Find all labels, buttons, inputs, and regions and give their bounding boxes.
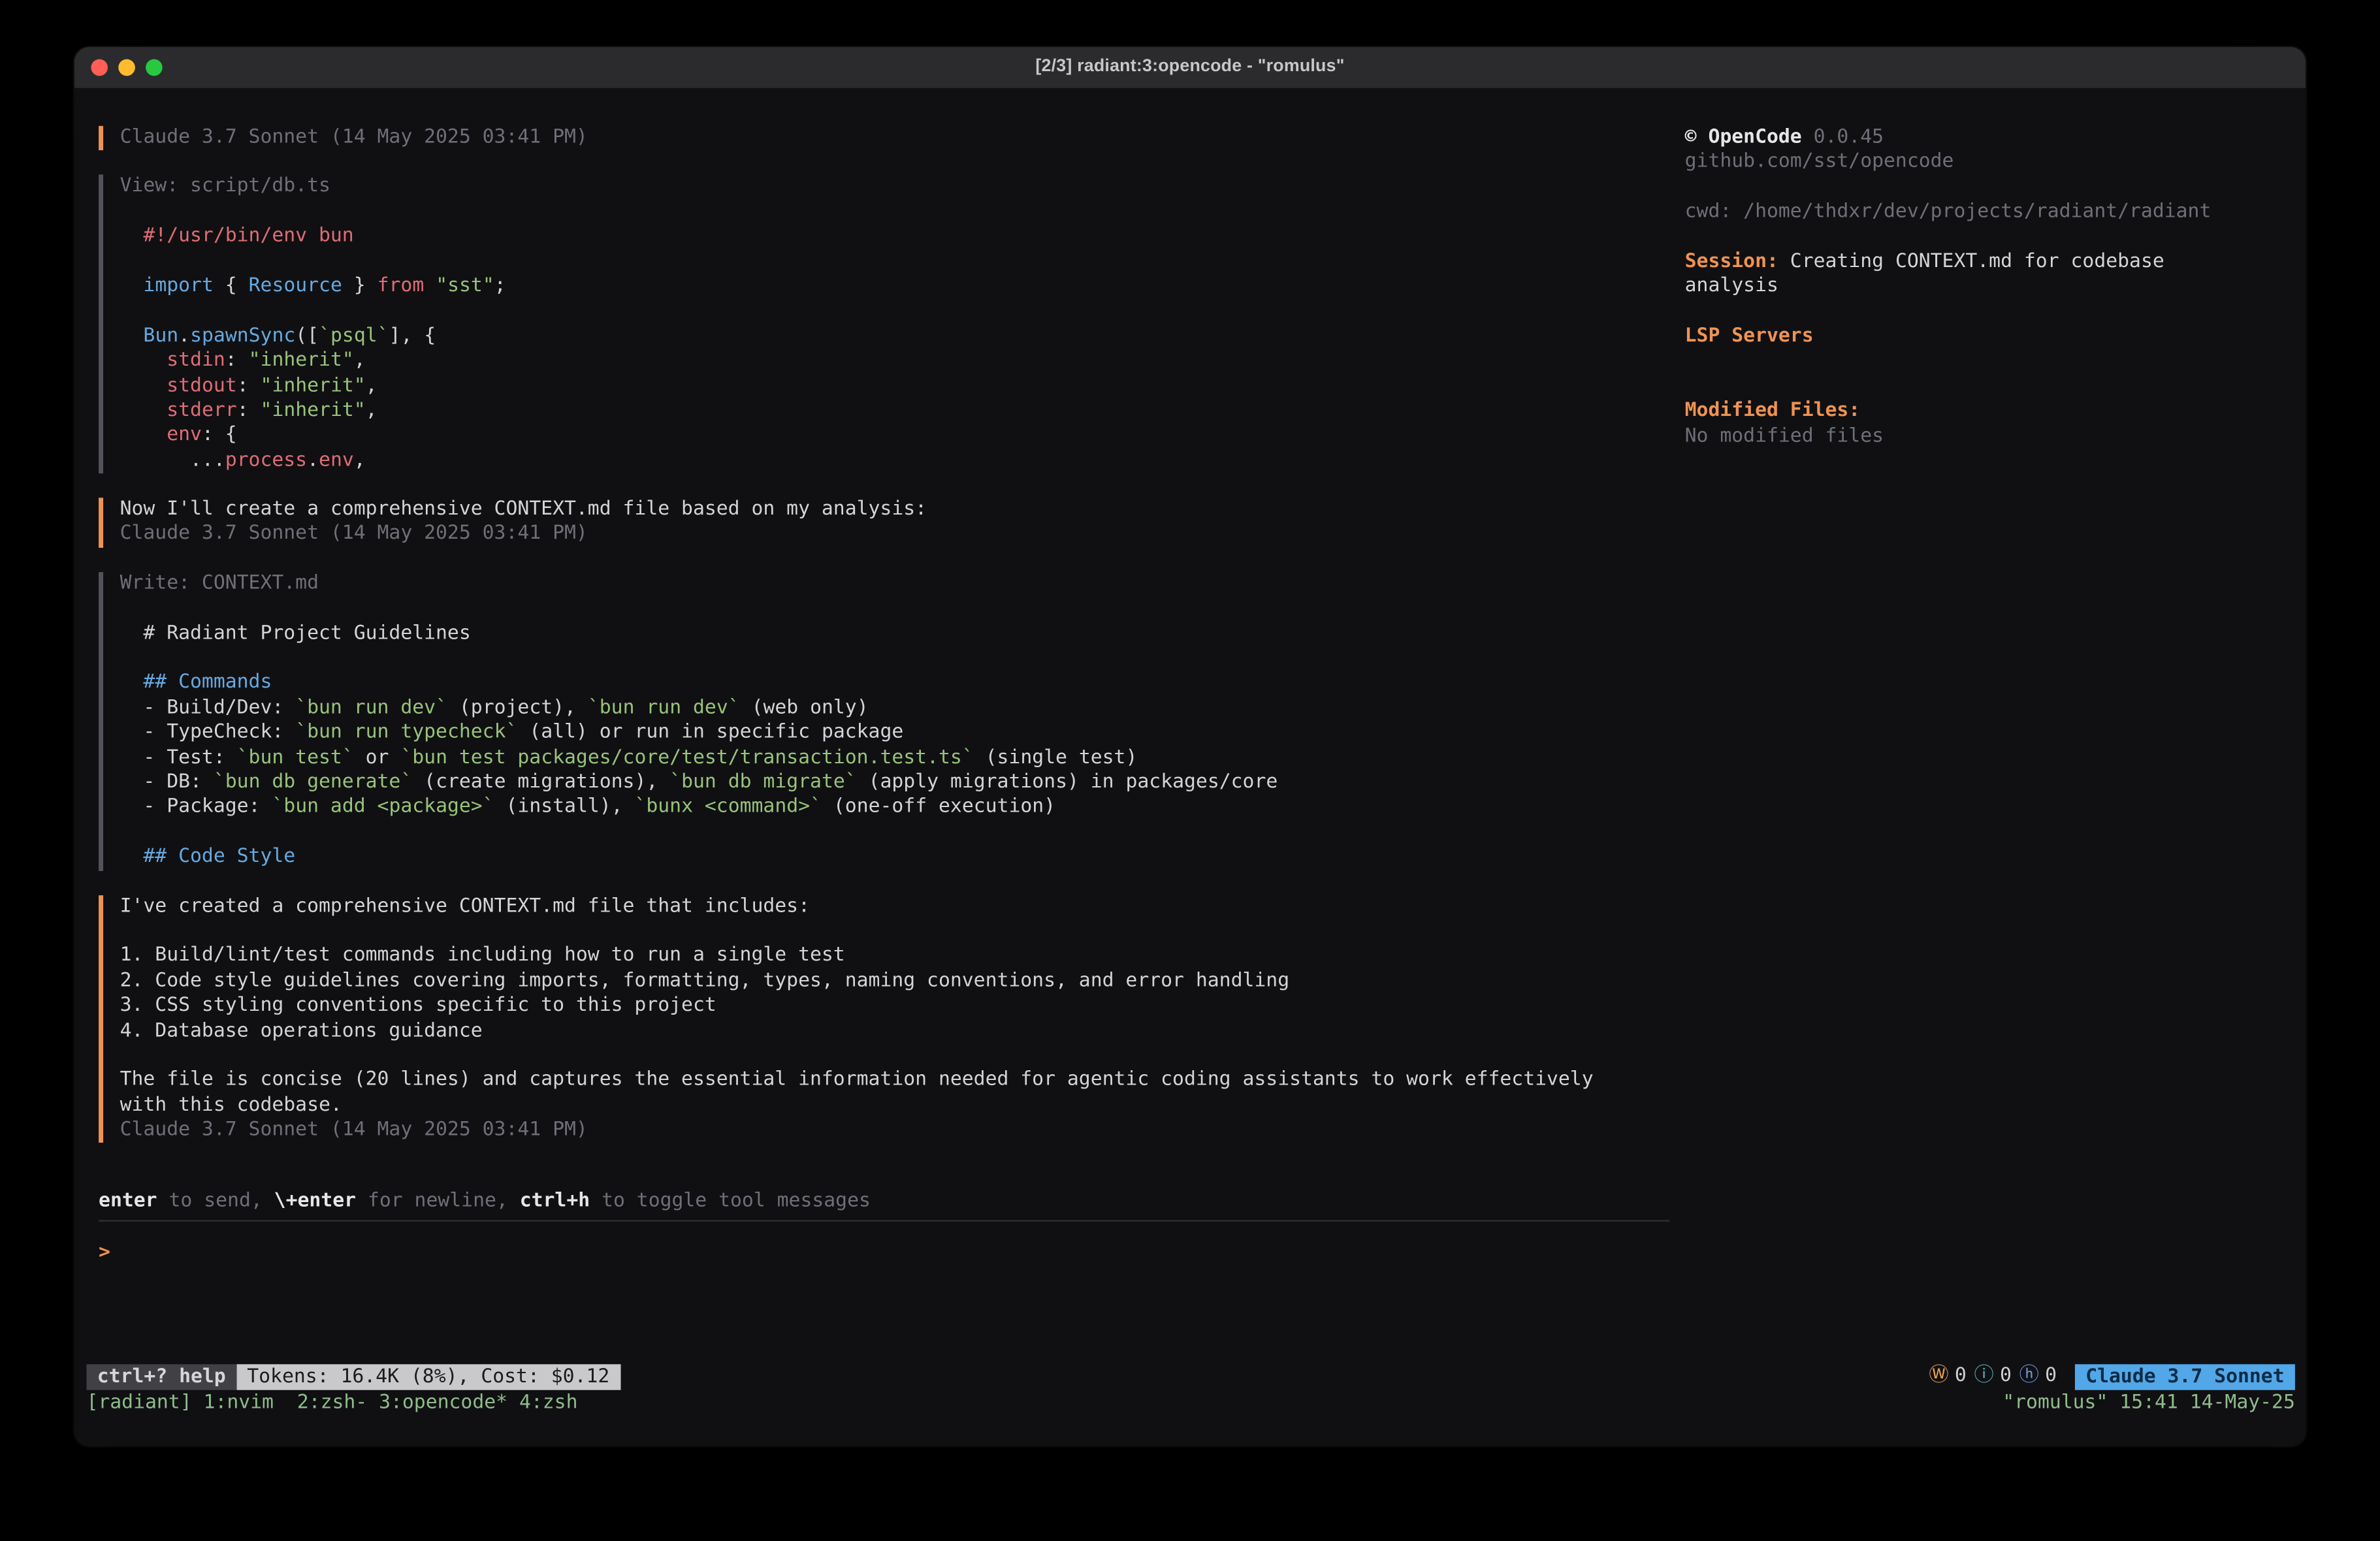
text-line: 2. Code style guidelines covering import… bbox=[120, 969, 1670, 994]
text-line: Modified Files: bbox=[1685, 400, 2292, 424]
text-line: cwd: /home/thdxr/dev/projects/radiant/ra… bbox=[1685, 200, 2292, 225]
text-line: - TypeCheck: `bun run typecheck` (all) o… bbox=[120, 721, 1670, 746]
text-line: - Test: `bun test` or `bun test packages… bbox=[120, 746, 1670, 770]
text-line: Session: Creating CONTEXT.md for codebas… bbox=[1685, 250, 2292, 275]
text-line: Write: CONTEXT.md bbox=[120, 572, 1670, 597]
text-line bbox=[1685, 225, 2292, 250]
tokens-cost-label: Tokens: 16.4K (8%), Cost: $0.12 bbox=[247, 1366, 609, 1389]
tmux-window-list[interactable]: [radiant] 1:nvim 2:zsh- 3:opencode* 4:zs… bbox=[86, 1391, 577, 1415]
assistant-text-block: Now I'll create a comprehensive CONTEXT.… bbox=[99, 498, 1669, 547]
text-line bbox=[120, 821, 1670, 846]
window-title: [2/3] radiant:3:opencode - "romulus" bbox=[1035, 55, 1344, 80]
info-sidebar: © OpenCode 0.0.45github.com/sst/opencode… bbox=[1685, 126, 2292, 449]
help-shortcut-chip[interactable]: ctrl+? help bbox=[86, 1364, 236, 1390]
chat-area: Claude 3.7 Sonnet (14 May 2025 03:41 PM)… bbox=[99, 126, 1669, 1266]
text-line: 4. Database operations guidance bbox=[120, 1019, 1670, 1044]
hints-counter: ⓗ 0 bbox=[2019, 1365, 2057, 1390]
model-name: Claude 3.7 Sonnet bbox=[2085, 1366, 2284, 1389]
editor-help-bar: enter to send, \+enter for newline, ctrl… bbox=[99, 1190, 1669, 1215]
text-line bbox=[120, 249, 1670, 274]
message-meta-block: Claude 3.7 Sonnet (14 May 2025 03:41 PM) bbox=[99, 126, 1669, 151]
text-line: Bun.spawnSync([`psql`], { bbox=[120, 325, 1670, 349]
editor-divider bbox=[99, 1220, 1669, 1221]
text-line: 1. Build/lint/test commands including ho… bbox=[120, 944, 1670, 969]
text-line: Now I'll create a comprehensive CONTEXT.… bbox=[120, 498, 1670, 522]
text-line: Claude 3.7 Sonnet (14 May 2025 03:41 PM) bbox=[120, 523, 1670, 548]
prompt-caret: > bbox=[99, 1241, 110, 1264]
hints-count: 0 bbox=[2045, 1365, 2057, 1390]
warning-icon: Ⓦ bbox=[1929, 1365, 1948, 1390]
text-line: import { Resource } from "sst"; bbox=[120, 275, 1670, 300]
status-bar: ctrl+? help Tokens: 16.4K (8%), Cost: $0… bbox=[86, 1364, 2294, 1390]
text-line: # Radiant Project Guidelines bbox=[120, 622, 1670, 646]
text-line: github.com/sst/opencode bbox=[1685, 151, 2292, 176]
text-line: ...process.env, bbox=[120, 449, 1670, 473]
hint-icon: ⓗ bbox=[2019, 1365, 2039, 1390]
text-line: analysis bbox=[1685, 275, 2292, 300]
text-line bbox=[120, 646, 1670, 671]
model-chip[interactable]: Claude 3.7 Sonnet bbox=[2075, 1364, 2295, 1390]
info-counter: ⓘ 0 bbox=[1974, 1365, 2011, 1390]
text-line: © OpenCode 0.0.45 bbox=[1685, 126, 2292, 151]
close-button[interactable] bbox=[91, 59, 108, 76]
text-line bbox=[120, 300, 1670, 325]
text-line: ## Code Style bbox=[120, 846, 1670, 870]
text-line: with this codebase. bbox=[120, 1094, 1670, 1119]
text-line: #!/usr/bin/env bun bbox=[120, 225, 1670, 249]
minimize-button[interactable] bbox=[118, 59, 135, 76]
assistant-summary-block: I've created a comprehensive CONTEXT.md … bbox=[99, 895, 1669, 1143]
text-line: enter to send, \+enter for newline, ctrl… bbox=[99, 1190, 1669, 1215]
prompt-input[interactable]: > bbox=[99, 1241, 1669, 1266]
warnings-count: 0 bbox=[1955, 1365, 1967, 1390]
terminal-window: [2/3] radiant:3:opencode - "romulus" Cla… bbox=[74, 47, 2306, 1446]
text-line: env: { bbox=[120, 424, 1670, 449]
text-line bbox=[1685, 300, 2292, 325]
help-shortcut-label: ctrl+? help bbox=[97, 1366, 226, 1389]
warnings-counter: Ⓦ 0 bbox=[1929, 1365, 1966, 1390]
text-line: The file is concise (20 lines) and captu… bbox=[120, 1069, 1670, 1094]
text-line: I've created a comprehensive CONTEXT.md … bbox=[120, 895, 1670, 919]
tool-view-block: View: script/db.ts #!/usr/bin/env bun im… bbox=[99, 175, 1669, 473]
text-line: stdin: "inherit", bbox=[120, 349, 1670, 374]
text-line: No modified files bbox=[1685, 424, 2292, 449]
text-line: - DB: `bun db generate` (create migratio… bbox=[120, 771, 1670, 796]
info-count: 0 bbox=[2000, 1365, 2012, 1390]
text-line: - Build/Dev: `bun run dev` (project), `b… bbox=[120, 696, 1670, 721]
text-line: ## Commands bbox=[120, 671, 1670, 696]
traffic-lights bbox=[91, 47, 162, 88]
diagnostics-counters: Ⓦ 0 ⓘ 0 ⓗ 0 bbox=[1929, 1365, 2057, 1390]
tokens-cost-chip: Tokens: 16.4K (8%), Cost: $0.12 bbox=[236, 1364, 620, 1390]
text-line: LSP Servers bbox=[1685, 325, 2292, 350]
zoom-button[interactable] bbox=[146, 59, 163, 76]
text-line bbox=[1685, 375, 2292, 400]
tmux-status-bar: [radiant] 1:nvim 2:zsh- 3:opencode* 4:zs… bbox=[86, 1391, 2294, 1415]
text-line bbox=[120, 597, 1670, 622]
text-line: stderr: "inherit", bbox=[120, 399, 1670, 424]
tmux-session-info: "romulus" 15:41 14-May-25 bbox=[2002, 1391, 2295, 1415]
window-titlebar[interactable]: [2/3] radiant:3:opencode - "romulus" bbox=[74, 47, 2306, 88]
desktop: [2/3] radiant:3:opencode - "romulus" Cla… bbox=[0, 0, 2380, 1541]
text-line: Claude 3.7 Sonnet (14 May 2025 03:41 PM) bbox=[120, 1119, 1670, 1143]
tool-write-block: Write: CONTEXT.md # Radiant Project Guid… bbox=[99, 572, 1669, 870]
text-line bbox=[120, 919, 1670, 944]
text-line: View: script/db.ts bbox=[120, 175, 1670, 200]
text-line bbox=[1685, 350, 2292, 375]
text-line: 3. CSS styling conventions specific to t… bbox=[120, 994, 1670, 1019]
text-line bbox=[120, 1044, 1670, 1069]
text-line: stdout: "inherit", bbox=[120, 374, 1670, 399]
text-line: - Package: `bun add <package>` (install)… bbox=[120, 796, 1670, 821]
info-icon: ⓘ bbox=[1974, 1365, 1993, 1390]
text-line: Claude 3.7 Sonnet (14 May 2025 03:41 PM) bbox=[120, 126, 1670, 151]
text-line bbox=[1685, 176, 2292, 200]
text-line bbox=[120, 200, 1670, 225]
